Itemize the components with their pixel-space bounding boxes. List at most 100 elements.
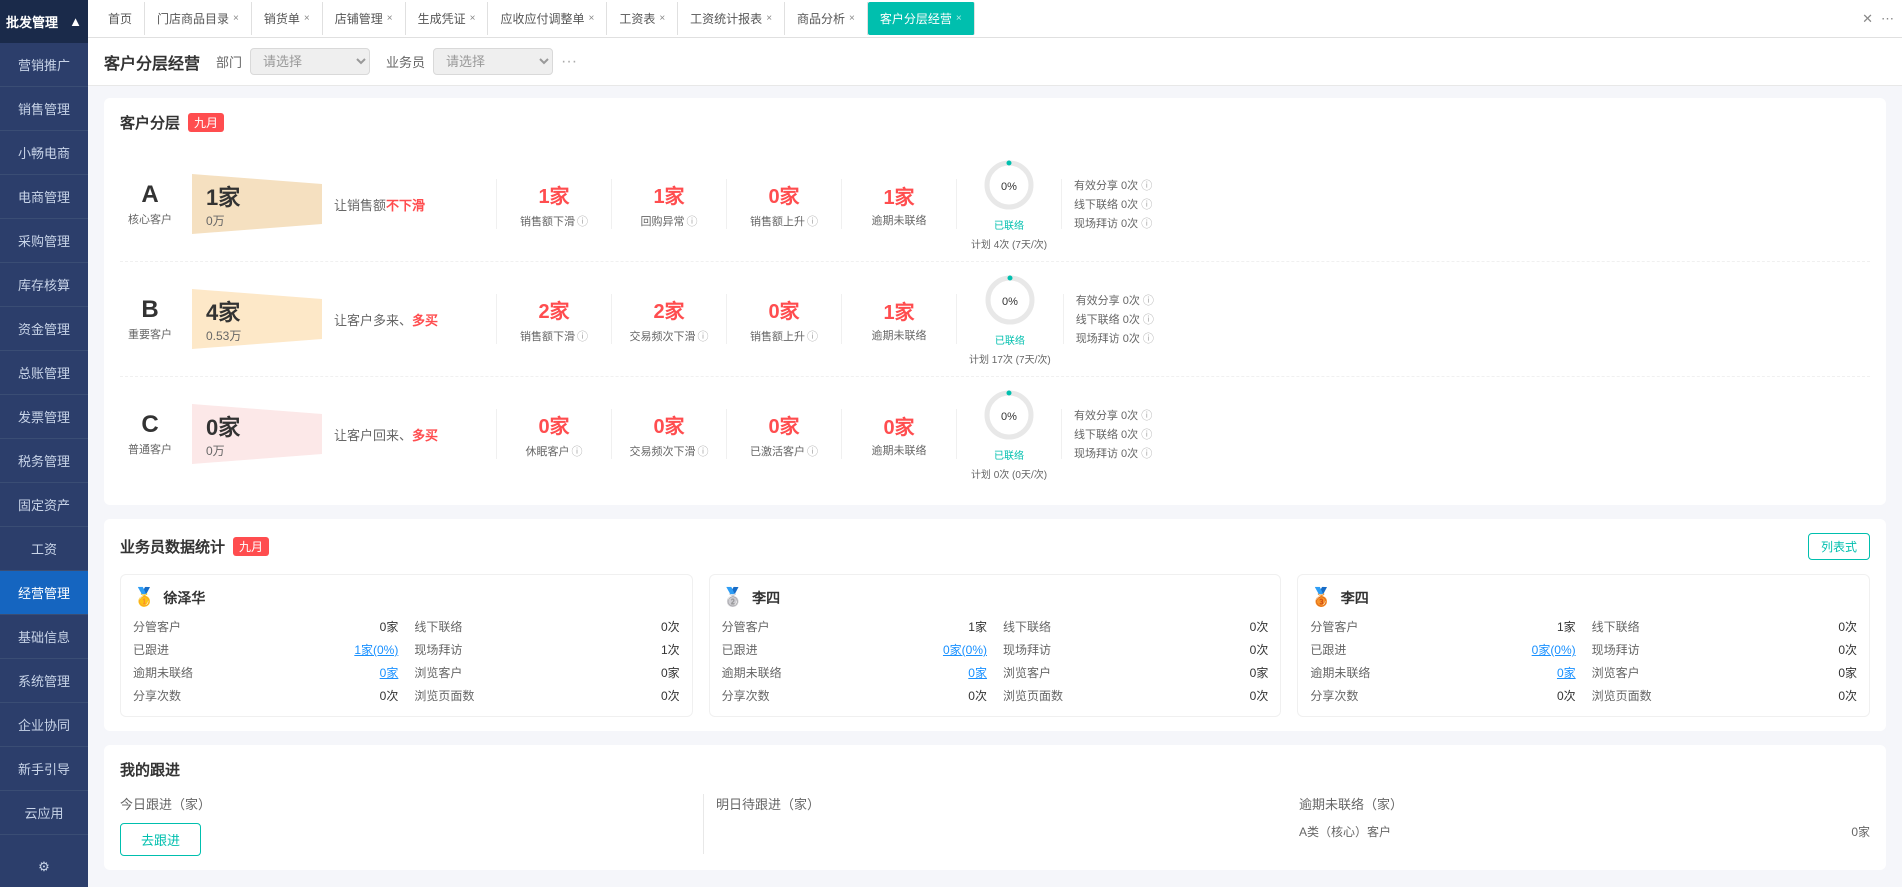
sidebar-item-销售管理[interactable]: 销售管理: [0, 87, 88, 131]
info-icon2[interactable]: ⓘ: [687, 213, 698, 229]
sidebar-item-电商管理[interactable]: 电商管理: [0, 175, 88, 219]
sidebar-item-固定资产[interactable]: 固定资产: [0, 483, 88, 527]
tab-商品分析[interactable]: 商品分析 ×: [785, 2, 868, 35]
tab-工资表[interactable]: 工资表 ×: [607, 2, 678, 35]
right-info-icon[interactable]: ⓘ: [1141, 218, 1152, 230]
svg-text:0%: 0%: [1002, 296, 1018, 308]
info-icon3[interactable]: ⓘ: [807, 443, 818, 459]
sidebar-footer-settings[interactable]: ⚙: [0, 847, 88, 887]
info-icon3[interactable]: ⓘ: [807, 328, 818, 344]
right-info-icon[interactable]: ⓘ: [1141, 448, 1152, 460]
right-info-icon[interactable]: ⓘ: [1141, 410, 1152, 422]
sidebar-item-工资[interactable]: 工资: [0, 527, 88, 571]
list-view-button[interactable]: 列表式: [1808, 533, 1870, 560]
staff-stat-value[interactable]: 0家: [968, 664, 987, 681]
staff-filter: 业务员 请选择 ···: [386, 48, 577, 75]
staff-stat-value: 0次: [1838, 618, 1857, 635]
tab-actions: ✕ ⋯: [1862, 11, 1894, 27]
tier-divider3-B: [726, 294, 727, 344]
tab-销货单[interactable]: 销货单 ×: [252, 2, 323, 35]
tab-label: 店铺管理: [335, 10, 383, 27]
tab-action-more-icon[interactable]: ⋯: [1881, 11, 1894, 27]
sidebar: 批发管理 ▲ 营销推广销售管理小畅电商电商管理采购管理库存核算资金管理总账管理发…: [0, 0, 88, 887]
tab-店铺管理[interactable]: 店铺管理 ×: [323, 2, 406, 35]
staff-stat-row-1-0: 分管客户 1家: [722, 618, 987, 635]
right-info-icon[interactable]: ⓘ: [1141, 199, 1152, 211]
today-followup-title: 今日跟进（家）: [120, 794, 691, 813]
tab-close-icon[interactable]: ×: [956, 13, 962, 24]
staff-card-0: 🥇徐泽华 分管客户 0家 线下联络 0次 已跟进 1家(0%) 现场拜访 1次 …: [120, 574, 693, 717]
right-info-icon[interactable]: ⓘ: [1141, 429, 1152, 441]
sidebar-item-采购管理[interactable]: 采购管理: [0, 219, 88, 263]
info-icon[interactable]: ⓘ: [572, 443, 583, 459]
tab-应收应付调整单[interactable]: 应收应付调整单 ×: [488, 2, 607, 35]
sidebar-item-云应用[interactable]: 云应用: [0, 791, 88, 835]
tab-label: 应收应付调整单: [500, 10, 584, 27]
sidebar-item-新手引导[interactable]: 新手引导: [0, 747, 88, 791]
sidebar-item-系统管理[interactable]: 系统管理: [0, 659, 88, 703]
tab-close-icon[interactable]: ×: [470, 13, 476, 24]
right-info-icon[interactable]: ⓘ: [1141, 180, 1152, 192]
tab-close-icon[interactable]: ×: [849, 13, 855, 24]
sidebar-item-资金管理[interactable]: 资金管理: [0, 307, 88, 351]
sidebar-item-营销推广[interactable]: 营销推广: [0, 43, 88, 87]
tab-工资统计报表[interactable]: 工资统计报表 ×: [678, 2, 785, 35]
tab-close-icon[interactable]: ×: [304, 13, 310, 24]
tab-close-icon[interactable]: ×: [659, 13, 665, 24]
tab-close-icon[interactable]: ×: [588, 13, 594, 24]
tab-label: 门店商品目录: [157, 10, 229, 27]
staff-stat-row-1-3: 现场拜访 0次: [1003, 641, 1268, 658]
staff-select[interactable]: 请选择: [433, 48, 553, 75]
staff-stat-row-2-7: 浏览页面数 0次: [1592, 687, 1857, 704]
tab-首页[interactable]: 首页: [96, 2, 145, 35]
tab-close-icon[interactable]: ×: [766, 13, 772, 24]
tier-stat1-A: 1家 销售额下滑 ⓘ: [509, 180, 599, 229]
dept-select[interactable]: 请选择: [250, 48, 370, 75]
staff-stat-value[interactable]: 0家: [1557, 664, 1576, 681]
info-icon2[interactable]: ⓘ: [698, 443, 709, 459]
staff-stat-value[interactable]: 1家(0%): [354, 641, 398, 658]
sidebar-header-label: 批发管理: [6, 12, 58, 31]
staff-stat-label: 分享次数: [1310, 687, 1358, 704]
info-icon[interactable]: ⓘ: [577, 213, 588, 229]
followup-section-title: 我的跟进: [120, 759, 180, 780]
sidebar-item-企业协同[interactable]: 企业协同: [0, 703, 88, 747]
goto-followup-button[interactable]: 去跟进: [120, 823, 201, 856]
sidebar-item-总账管理[interactable]: 总账管理: [0, 351, 88, 395]
tab-客户分层经营[interactable]: 客户分层经营 ×: [868, 2, 975, 35]
info-icon2[interactable]: ⓘ: [698, 328, 709, 344]
tab-label: 工资统计报表: [690, 10, 762, 27]
staff-stat-value: 0次: [1250, 641, 1269, 658]
staff-stat-row-0-5: 浏览客户 0家: [414, 664, 679, 681]
sidebar-item-经营管理[interactable]: 经营管理: [0, 571, 88, 615]
right-info-icon[interactable]: ⓘ: [1143, 295, 1154, 307]
sidebar-collapse-icon[interactable]: ▲: [69, 14, 82, 29]
customer-section: 客户分层 九月 A 核心客户 1家 0万 让销售额不下滑 1家 销售额下滑 ⓘ: [104, 98, 1886, 505]
tier-circle-B: 0% 已联络 计划 17次 (7天/次): [969, 272, 1051, 366]
tier-row-B: B 重要客户 4家 0.53万 让客户多来、多买 2家 销售额下滑 ⓘ 2家 交…: [120, 262, 1870, 377]
sidebar-header[interactable]: 批发管理 ▲: [0, 0, 88, 43]
staff-stat-value[interactable]: 0家(0%): [1532, 641, 1576, 658]
sidebar-item-小畅电商[interactable]: 小畅电商: [0, 131, 88, 175]
sidebar-item-基础信息[interactable]: 基础信息: [0, 615, 88, 659]
sidebar-item-发票管理[interactable]: 发票管理: [0, 395, 88, 439]
tab-action-close-icon[interactable]: ✕: [1862, 11, 1873, 27]
staff-stat-label: 分管客户: [722, 618, 770, 635]
right-info-icon[interactable]: ⓘ: [1143, 314, 1154, 326]
more-filter-btn[interactable]: ···: [561, 53, 577, 71]
staff-stats-grid-2: 分管客户 1家 线下联络 0次 已跟进 0家(0%) 现场拜访 0次 逾期未联络…: [1310, 618, 1857, 704]
tab-close-icon[interactable]: ×: [387, 13, 393, 24]
info-icon[interactable]: ⓘ: [577, 328, 588, 344]
today-followup: 今日跟进（家） 去跟进: [120, 794, 691, 856]
staff-stat-value[interactable]: 0家(0%): [943, 641, 987, 658]
info-icon3[interactable]: ⓘ: [807, 213, 818, 229]
sidebar-item-税务管理[interactable]: 税务管理: [0, 439, 88, 483]
tab-生成凭证[interactable]: 生成凭证 ×: [406, 2, 489, 35]
tab-close-icon[interactable]: ×: [233, 13, 239, 24]
sidebar-item-库存核算[interactable]: 库存核算: [0, 263, 88, 307]
tab-门店商品目录[interactable]: 门店商品目录 ×: [145, 2, 252, 35]
staff-stat-value[interactable]: 0家: [380, 664, 399, 681]
staff-stat-label: 浏览客户: [1592, 664, 1640, 681]
right-info-icon[interactable]: ⓘ: [1143, 333, 1154, 345]
tab-label: 客户分层经营: [880, 10, 952, 27]
